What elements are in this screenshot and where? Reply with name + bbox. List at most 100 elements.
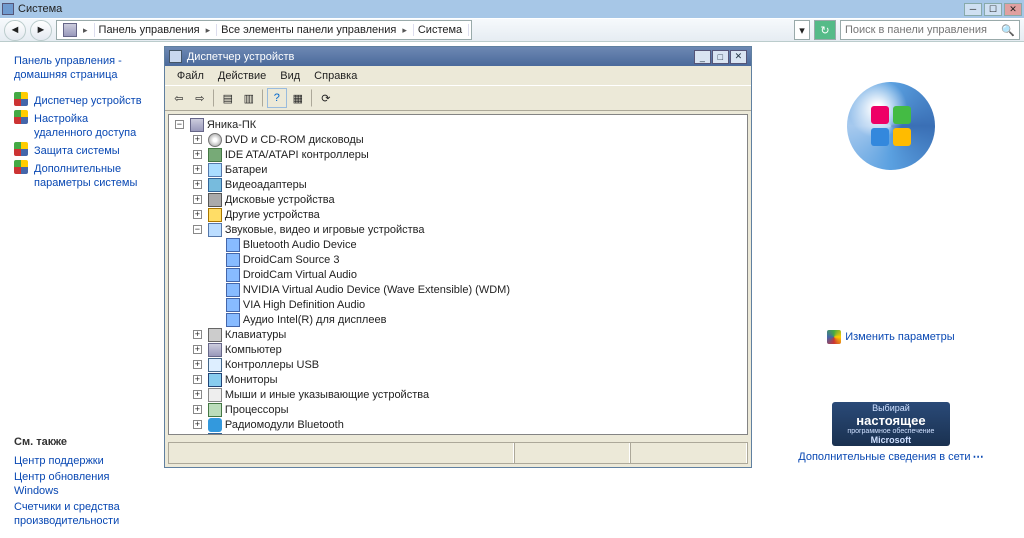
online-info-link[interactable]: Дополнительные сведения в сети (798, 450, 983, 463)
expand-icon[interactable]: + (193, 135, 202, 144)
category-icon (208, 193, 222, 207)
expand-icon[interactable]: + (193, 150, 202, 159)
control-panel-home-link[interactable]: Панель управления - домашняя страница (14, 54, 148, 82)
tree-device[interactable]: NVIDIA Virtual Audio Device (Wave Extens… (211, 282, 747, 297)
tree-root[interactable]: −Яника-ПК (175, 117, 747, 132)
tree-category[interactable]: + Компьютер (193, 342, 747, 357)
tree-category[interactable]: + Мониторы (193, 372, 747, 387)
tree-category[interactable]: +Сетевые адаптеры (193, 432, 747, 435)
breadcrumb-part[interactable]: Панель управления (95, 24, 218, 36)
expand-icon[interactable]: + (193, 165, 202, 174)
forward-button[interactable]: ► (30, 20, 52, 41)
tb-properties-icon[interactable]: ▦ (288, 88, 308, 108)
tree-category[interactable]: +Контроллеры USB (193, 357, 747, 372)
expand-icon[interactable]: − (193, 225, 202, 234)
breadcrumb-part[interactable]: Все элементы панели управления (217, 24, 414, 36)
sidebar-task-link[interactable]: Диспетчер устройств (34, 94, 142, 108)
expand-icon[interactable]: + (193, 210, 202, 219)
category-label: Процессоры (225, 404, 289, 416)
expand-icon[interactable]: + (193, 360, 202, 369)
dm-title-text: Диспетчер устройств (187, 51, 295, 63)
expand-icon[interactable]: + (193, 375, 202, 384)
expand-icon[interactable]: + (193, 405, 202, 414)
expand-icon[interactable]: + (193, 195, 202, 204)
tree-device[interactable]: Аудио Intel(R) для дисплеев (211, 312, 747, 327)
expand-icon[interactable]: + (193, 180, 202, 189)
tree-device[interactable]: DroidCam Source 3 (211, 252, 747, 267)
tree-device[interactable]: VIA High Definition Audio (211, 297, 747, 312)
menu-item[interactable]: Действие (212, 69, 272, 83)
search-input[interactable] (845, 24, 1001, 36)
device-tree[interactable]: −Яника-ПК+DVD и CD-ROM дисководы+IDE ATA… (168, 114, 748, 435)
breadcrumb-part[interactable]: Система (414, 24, 469, 36)
expand-icon[interactable]: + (193, 330, 202, 339)
tree-category[interactable]: + Процессоры (193, 402, 747, 417)
genuine-ms-badge[interactable]: Выбирай настоящее программное обеспечени… (832, 402, 950, 446)
sidebar-task-link[interactable]: Настройка удаленного доступа (34, 112, 148, 140)
tree-category[interactable]: + Радиомодули Bluetooth (193, 417, 747, 432)
search-box[interactable]: 🔍 (840, 20, 1020, 40)
device-icon (226, 298, 240, 312)
category-icon (208, 223, 222, 237)
tb-view-icon[interactable]: ▥ (239, 88, 259, 108)
category-label: Мониторы (225, 374, 278, 386)
tb-scan-icon[interactable]: ⟳ (316, 88, 336, 108)
shield-icon (14, 110, 28, 124)
dm-minimize-button[interactable]: _ (694, 50, 711, 64)
category-icon (208, 358, 222, 372)
tree-category[interactable]: +Дисковые устройства (193, 192, 747, 207)
see-also-link[interactable]: Центр обновления Windows (14, 470, 148, 498)
tree-category[interactable]: +Батареи (193, 162, 747, 177)
see-also-link[interactable]: Центр поддержки (14, 454, 148, 468)
breadcrumb-dropdown[interactable]: ▾ (794, 20, 810, 40)
tree-category[interactable]: +Клавиатуры (193, 327, 747, 342)
tb-forward-icon[interactable]: ⇨ (190, 88, 210, 108)
tb-help-icon[interactable]: ? (267, 88, 287, 108)
expand-icon[interactable]: + (193, 345, 202, 354)
maximize-button[interactable]: ☐ (984, 3, 1002, 16)
device-manager-window: Диспетчер устройств _ □ ✕ ФайлДействиеВи… (164, 46, 752, 468)
tree-category[interactable]: − Звуковые, видео и игровые устройства (193, 222, 747, 237)
tree-device[interactable]: DroidCam Virtual Audio (211, 267, 747, 282)
category-label: Звуковые, видео и игровые устройства (225, 224, 425, 236)
minimize-button[interactable]: ─ (964, 3, 982, 16)
category-icon (208, 163, 222, 177)
see-also-link[interactable]: Счетчики и средства производительности (14, 500, 148, 528)
dm-toolbar: ⇦ ⇨ ▤ ▥ ? ▦ ⟳ (165, 85, 751, 111)
shield-icon (14, 160, 28, 174)
dm-close-button[interactable]: ✕ (730, 50, 747, 64)
menu-item[interactable]: Справка (308, 69, 363, 83)
dm-titlebar[interactable]: Диспетчер устройств _ □ ✕ (165, 47, 751, 66)
sidebar-task-link[interactable]: Защита системы (34, 144, 120, 158)
refresh-button[interactable]: ↻ (814, 20, 836, 40)
category-label: Другие устройства (225, 209, 320, 221)
tree-category[interactable]: + Другие устройства (193, 207, 747, 222)
category-label: Компьютер (225, 344, 282, 356)
collapse-icon[interactable]: − (175, 120, 184, 129)
tb-back-icon[interactable]: ⇦ (169, 88, 189, 108)
device-icon (226, 238, 240, 252)
sidebar-task-link[interactable]: Дополнительные параметры системы (34, 162, 148, 190)
genuine-ms-text: Microsoft (871, 435, 912, 445)
menu-item[interactable]: Файл (171, 69, 210, 83)
close-button[interactable]: ✕ (1004, 3, 1022, 16)
dm-maximize-button[interactable]: □ (712, 50, 729, 64)
breadcrumb[interactable]: Панель управления Все элементы панели уп… (56, 20, 472, 40)
change-settings-link[interactable]: Изменить параметры (827, 330, 954, 344)
tree-category[interactable]: +DVD и CD-ROM дисководы (193, 132, 747, 147)
shield-icon (827, 330, 841, 344)
back-button[interactable]: ◄ (4, 20, 26, 41)
expand-icon[interactable]: + (193, 420, 202, 429)
tb-up-icon[interactable]: ▤ (218, 88, 238, 108)
tree-category[interactable]: +Видеоадаптеры (193, 177, 747, 192)
tree-category[interactable]: +IDE ATA/ATAPI контроллеры (193, 147, 747, 162)
device-icon (226, 268, 240, 282)
expand-icon[interactable]: + (193, 390, 202, 399)
category-label: Радиомодули Bluetooth (225, 419, 344, 431)
menu-item[interactable]: Вид (274, 69, 306, 83)
genuine-big-text: настоящее (856, 413, 925, 428)
device-label: DroidCam Source 3 (243, 254, 340, 266)
tree-device[interactable]: Bluetooth Audio Device (211, 237, 747, 252)
dm-app-icon (169, 50, 182, 63)
tree-category[interactable]: +Мыши и иные указывающие устройства (193, 387, 747, 402)
